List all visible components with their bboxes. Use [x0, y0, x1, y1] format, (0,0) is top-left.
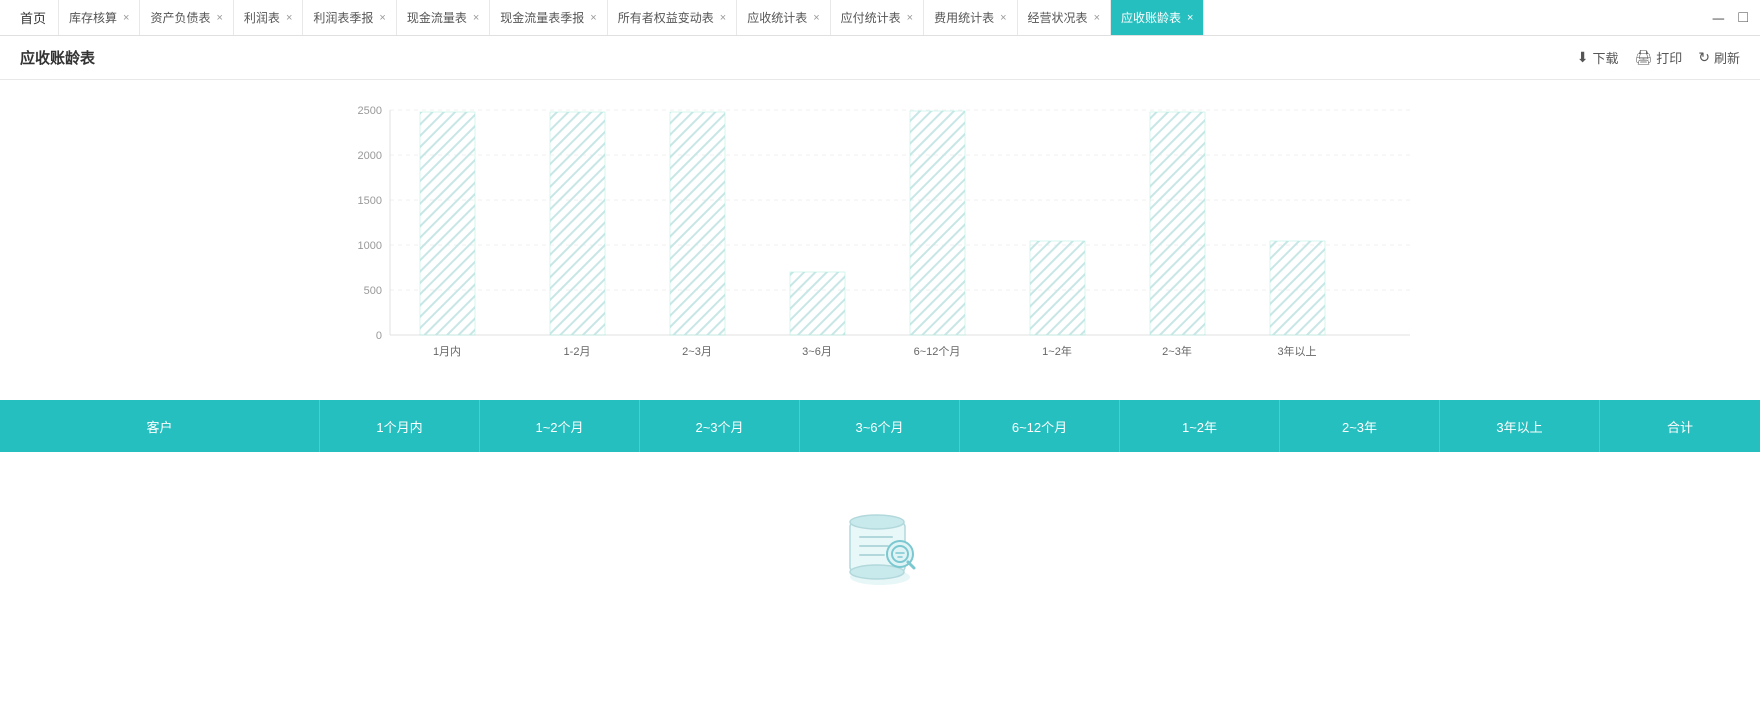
tab-ar-aging[interactable]: 应收账龄表 ×: [1111, 0, 1204, 36]
bar-3-6月: [790, 272, 845, 335]
empty-icon: [830, 492, 930, 592]
tab-bar-actions: － □: [1706, 2, 1752, 34]
refresh-button[interactable]: ↻ 刷新: [1698, 48, 1740, 67]
main-content: 0 500 1000 1500 2000 2500: [0, 80, 1760, 720]
chart-area: 0 500 1000 1500 2000 2500: [0, 80, 1760, 400]
close-icon[interactable]: ×: [1094, 12, 1100, 24]
bar-2-3年: [1150, 112, 1205, 335]
table-header-cell-1: 1个月内: [320, 400, 480, 452]
bar-3年以上: [1270, 241, 1325, 335]
table-header-cell-6: 1~2年: [1120, 400, 1280, 452]
tab-equity[interactable]: 所有者权益变动表 ×: [608, 0, 737, 36]
bar-2-3月: [670, 112, 725, 335]
refresh-icon: ↻: [1698, 49, 1710, 66]
close-icon[interactable]: ×: [286, 12, 292, 24]
table-header-cell-2: 1~2个月: [480, 400, 640, 452]
close-icon-active[interactable]: ×: [1187, 12, 1193, 24]
close-icon[interactable]: ×: [379, 12, 385, 24]
svg-text:1月内: 1月内: [433, 344, 461, 358]
svg-text:3年以上: 3年以上: [1277, 344, 1316, 358]
svg-text:3~6月: 3~6月: [802, 346, 832, 358]
table-header-cell-0: 客户: [0, 400, 320, 452]
tab-balance[interactable]: 资产负债表 ×: [140, 0, 233, 36]
chart-wrapper: 0 500 1000 1500 2000 2500: [30, 100, 1730, 380]
tab-profit-quarterly[interactable]: 利润表季报 ×: [303, 0, 396, 36]
tab-profit[interactable]: 利润表 ×: [234, 0, 303, 36]
print-icon: 🖨: [1634, 49, 1652, 66]
maximize-button[interactable]: □: [1734, 5, 1752, 31]
download-button[interactable]: ⬇ 下载: [1577, 48, 1619, 67]
close-icon[interactable]: ×: [216, 12, 222, 24]
tab-bar: 首页 库存核算 × 资产负债表 × 利润表 × 利润表季报 × 现金流量表 × …: [0, 0, 1760, 36]
page-title: 应收账龄表: [20, 47, 95, 68]
table-header-cell-3: 2~3个月: [640, 400, 800, 452]
bar-1-2月: [550, 112, 605, 335]
table-header-cell-5: 6~12个月: [960, 400, 1120, 452]
bar-1-2年: [1030, 241, 1085, 335]
tab-inventory[interactable]: 库存核算 ×: [59, 0, 140, 36]
header-actions: ⬇ 下载 🖨 打印 ↻ 刷新: [1577, 48, 1740, 67]
svg-text:2~3月: 2~3月: [682, 346, 712, 358]
bar-chart: 0 500 1000 1500 2000 2500: [30, 100, 1730, 380]
tab-cashflow-quarterly[interactable]: 现金流量表季报 ×: [490, 0, 607, 36]
bar-1月内: [420, 112, 475, 335]
close-icon[interactable]: ×: [1000, 12, 1006, 24]
minimize-button[interactable]: －: [1706, 2, 1730, 34]
close-icon[interactable]: ×: [720, 12, 726, 24]
svg-text:2~3年: 2~3年: [1162, 344, 1192, 358]
table-header-cell-8: 3年以上: [1440, 400, 1600, 452]
close-icon[interactable]: ×: [473, 12, 479, 24]
svg-text:500: 500: [364, 285, 382, 297]
table-header-cell-4: 3~6个月: [800, 400, 960, 452]
tab-cashflow[interactable]: 现金流量表 ×: [397, 0, 490, 36]
tab-receivable-stat[interactable]: 应收统计表 ×: [737, 0, 830, 36]
close-icon[interactable]: ×: [123, 12, 129, 24]
bar-6-12月: [910, 111, 965, 335]
close-icon[interactable]: ×: [907, 12, 913, 24]
svg-text:1500: 1500: [358, 195, 382, 207]
download-icon: ⬇: [1577, 49, 1589, 66]
tab-operations[interactable]: 经营状况表 ×: [1018, 0, 1111, 36]
empty-state: [0, 452, 1760, 632]
svg-text:1~2年: 1~2年: [1042, 344, 1072, 358]
table-header-cell-7: 2~3年: [1280, 400, 1440, 452]
svg-text:6~12个月: 6~12个月: [914, 345, 961, 358]
print-button[interactable]: 🖨 打印: [1634, 48, 1682, 67]
svg-text:1000: 1000: [358, 240, 382, 252]
svg-text:2000: 2000: [358, 150, 382, 162]
tab-expense-stat[interactable]: 费用统计表 ×: [924, 0, 1017, 36]
close-icon[interactable]: ×: [813, 12, 819, 24]
tab-payable-stat[interactable]: 应付统计表 ×: [831, 0, 924, 36]
table-header-cell-9: 合计: [1600, 400, 1760, 452]
svg-text:1-2月: 1-2月: [564, 346, 591, 358]
page-header: 应收账龄表 ⬇ 下载 🖨 打印 ↻ 刷新: [0, 36, 1760, 80]
svg-text:0: 0: [376, 330, 382, 342]
close-icon[interactable]: ×: [590, 12, 596, 24]
svg-text:2500: 2500: [358, 105, 382, 117]
tab-home[interactable]: 首页: [8, 0, 59, 36]
table-header: 客户1个月内1~2个月2~3个月3~6个月6~12个月1~2年2~3年3年以上合…: [0, 400, 1760, 452]
